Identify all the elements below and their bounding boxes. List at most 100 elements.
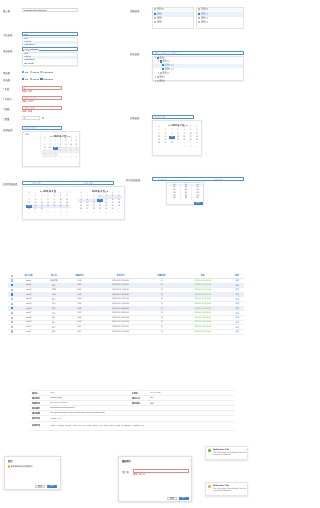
cancel-button[interactable]: 取消 — [167, 497, 177, 501]
date-range-end: 结束日期 — [84, 182, 93, 185]
description-key: 请求地址 — [32, 397, 41, 400]
close-icon[interactable]: × — [246, 485, 247, 487]
label-checkbox: 多选框 — [3, 79, 11, 82]
description-value: {"code":0,"message":"操作成功","data":{"list… — [50, 425, 145, 427]
description-value: 127.0.0.1:80 — [150, 392, 161, 395]
table-cell: user11 — [15, 329, 42, 335]
description-key: 请求路径 — [32, 407, 41, 410]
close-icon[interactable]: × — [246, 449, 247, 451]
description-list: 请求ID 1234 IP地址 127.0.0.1:80 请求地址/system/conf… — [30, 390, 234, 431]
row-checkbox[interactable] — [10, 307, 13, 310]
time-range-input[interactable]: 00:00:00 - 00:00:00 — [152, 176, 244, 181]
calendar-day[interactable]: 11 — [74, 157, 79, 160]
row-select-cell — [8, 329, 16, 335]
calendar-day[interactable]: 11 — [194, 146, 200, 149]
row-checkbox[interactable] — [10, 321, 13, 324]
time-range-start: 00:00:00 — [158, 178, 167, 181]
notification-title: Notification Title — [213, 449, 230, 451]
notification-text: This is the content of the notification.… — [213, 488, 247, 492]
table-cell: 1011 — [65, 329, 93, 335]
email-input[interactable]: 请输入邮箱 — [22, 105, 62, 110]
date-range-sep: - — [68, 182, 69, 185]
select-input[interactable]: asd — [22, 31, 78, 36]
multiselect-tag[interactable]: asd — [24, 48, 29, 52]
date-input[interactable]: 请选择日期 — [22, 126, 62, 130]
date-range-input[interactable]: 开始日期 - 结束日期 — [22, 180, 114, 185]
tree-select-input[interactable]: 选项1 / 选项1-1 / 选项1-1-1 — [152, 50, 244, 55]
row-checkbox[interactable] — [10, 297, 13, 301]
date-right-input[interactable]: 请选择日期 — [152, 114, 194, 119]
table-row[interactable]: user11 林三 1011 2023-05-14 12:00:00 13 2023-05… — [8, 329, 244, 335]
radio-button[interactable] — [22, 70, 25, 74]
checkbox-label: asdasd — [32, 78, 39, 81]
transfer-right-header: 已选 (3) — [200, 8, 208, 11]
time-column: 00 01 02 03 04 05 — [180, 183, 193, 201]
close-icon[interactable]: × — [189, 459, 190, 462]
time-confirm-button[interactable]: 确定 — [194, 201, 203, 205]
label-tree: 树形选择 — [130, 53, 140, 56]
calendar-day[interactable]: 11 — [64, 212, 70, 215]
label-phone: * 手机号 — [3, 98, 12, 101]
data-table: 用户名称 用户名 创建时间 手机号码 创建时间 状态 操作 admin 超级管理 1000 202… — [8, 274, 244, 335]
close-icon[interactable]: × — [58, 459, 59, 462]
row-checkbox[interactable] — [10, 293, 13, 296]
checkbox[interactable] — [22, 77, 25, 81]
multiselect-input[interactable]: asd asdasdasd — [22, 47, 78, 52]
row-checkbox[interactable] — [10, 279, 13, 282]
label-transfer: 穿梭选择 — [130, 10, 140, 13]
phone-input[interactable]: 请输入手机号 — [22, 95, 62, 100]
calendar-day[interactable]: 8 — [116, 212, 122, 215]
description-row: 返回结果 {"code":0,"message":"操作成功","data":{"… — [30, 422, 234, 431]
transfer-item[interactable]: 选项3-1 — [197, 20, 243, 25]
phone-error: 请输入手机号 — [22, 101, 35, 103]
radio-button[interactable] — [29, 70, 32, 74]
table-cell: 2023-05-14 12:00:00 — [92, 329, 149, 335]
quantity-stepper[interactable]: 3 — [22, 115, 40, 120]
row-edit-link[interactable]: 启用 — [230, 329, 244, 335]
tree-node[interactable]: ▸ 选项3 — [153, 79, 243, 84]
text-input[interactable]: asdasdasd/asd/asdsad — [22, 7, 78, 12]
description-key: 请求方式 — [132, 397, 141, 400]
quantity-value: 3 — [24, 117, 26, 120]
row-checkbox[interactable] — [10, 325, 13, 329]
multiselect-dropdown: asd asdasd asdasdasd abc,sdfsdf — [22, 52, 78, 66]
notification-title: Notification Title — [213, 485, 230, 487]
time-range-sep: - — [198, 178, 199, 181]
row-checkbox[interactable] — [10, 288, 13, 291]
age-input[interactable]: 1 — [22, 85, 62, 90]
date-picker-shortcuts: 2023 — [25, 133, 41, 154]
ok-button[interactable]: 确定 — [47, 485, 57, 489]
shortcut-year[interactable]: 2023 — [25, 134, 40, 137]
row-checkbox[interactable] — [10, 302, 13, 305]
row-checkbox[interactable] — [10, 330, 13, 333]
multiselect-tag[interactable]: asdasdasd — [29, 48, 39, 52]
time-option[interactable]: 05 — [192, 197, 203, 200]
label-date-right: 日期选择 — [130, 117, 140, 120]
time-option[interactable]: 05 — [181, 197, 192, 200]
transfer-item[interactable]: 选项3 — [153, 20, 193, 25]
checkbox[interactable] — [29, 77, 32, 81]
date-range-start: 开始日期 — [32, 182, 41, 185]
text-input-value: asdasdasd/asd/asdsad — [24, 9, 47, 12]
row-checkbox[interactable] — [10, 284, 13, 287]
success-icon — [208, 449, 212, 453]
description-value: 2023-05-19 10:00:00 — [50, 402, 68, 405]
label-multiselect: 多选选择 — [3, 49, 13, 53]
row-checkbox[interactable] — [10, 316, 13, 319]
ok-button[interactable]: 确定 — [179, 497, 189, 501]
transfer-right-panel: 已选 (3) 选项1-1 选项2-1 选项3-1 — [196, 7, 244, 29]
time-option[interactable]: 05 — [169, 197, 180, 200]
radio-group: asd asdasd asdasdasd — [22, 70, 53, 74]
row-checkbox[interactable] — [10, 311, 13, 315]
modal-field-input[interactable] — [133, 468, 189, 473]
modal-field-error: 请输入用户名 — [133, 474, 146, 476]
label-input: 输入框 — [3, 10, 11, 13]
cancel-button[interactable]: 取消 — [35, 485, 45, 489]
modal-title: 编辑用户 — [122, 461, 132, 463]
multiselect-option[interactable]: abc,sdfsdf — [23, 63, 77, 66]
email-error: 请输入邮箱 — [22, 111, 33, 113]
select-all-checkbox[interactable] — [10, 274, 13, 277]
description-value: {"status":"ok"} — [50, 417, 62, 420]
checkbox-label: asd — [24, 78, 29, 81]
date-right-placeholder: 请选择日期 — [154, 116, 165, 119]
